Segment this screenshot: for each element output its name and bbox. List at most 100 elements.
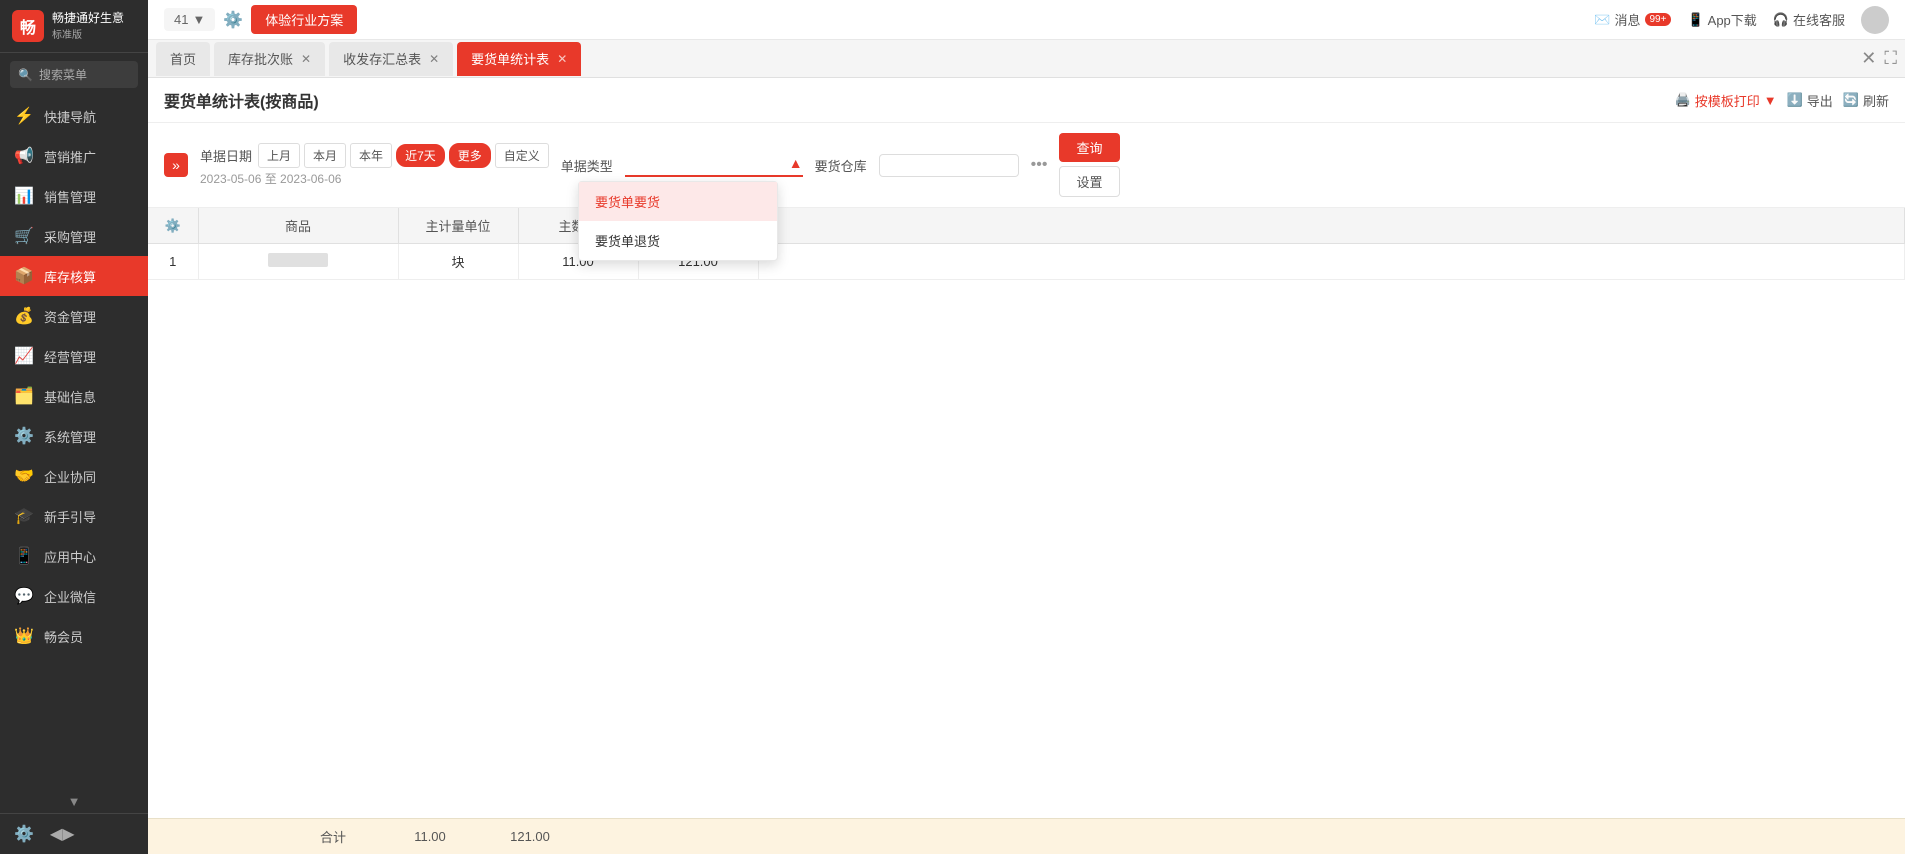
- sidebar-logo: 畅 畅捷通好生意 标准版: [0, 0, 148, 53]
- close-all-icon[interactable]: ✕: [1861, 48, 1876, 69]
- messages-button[interactable]: ✉️ 消息 99+: [1594, 10, 1671, 29]
- sidebar-item-sales[interactable]: 📊 销售管理: [0, 176, 148, 216]
- headset-icon: 🎧: [1773, 12, 1789, 28]
- table-area: ⚙️ 商品 主计量单位 主数量 零售金额 1: [148, 208, 1905, 818]
- date-btn-last-month[interactable]: 上月: [258, 143, 300, 168]
- more-options-icon[interactable]: •••: [1031, 156, 1048, 174]
- dropdown-item-order-return[interactable]: 要货单退货: [579, 221, 777, 260]
- quick-nav-icon: ⚡: [14, 106, 34, 126]
- query-button[interactable]: 查询: [1059, 133, 1119, 162]
- filter-type-wrapper: ▲: [625, 154, 803, 177]
- tab-batch-account[interactable]: 库存批次账 ✕: [214, 42, 325, 76]
- date-range: 2023-05-06 至 2023-06-06: [200, 170, 549, 187]
- sidebar-item-wxwork[interactable]: 💬 企业微信: [0, 576, 148, 616]
- page-title: 要货单统计表(按商品): [164, 88, 319, 122]
- warehouse-label: 要货仓库: [815, 156, 867, 175]
- warehouse-input[interactable]: [879, 154, 1019, 177]
- col-settings[interactable]: ⚙️: [148, 208, 198, 244]
- tab-bar: 首页 库存批次账 ✕ 收发存汇总表 ✕ 要货单统计表 ✕ ✕ ⛶: [148, 40, 1905, 78]
- collapse-icon[interactable]: ◀▶: [50, 824, 75, 844]
- filter-expand-button[interactable]: »: [164, 153, 188, 177]
- sidebar-item-operations[interactable]: 📈 经营管理: [0, 336, 148, 376]
- member-icon: 👑: [14, 626, 34, 646]
- date-btn-more[interactable]: 更多: [449, 143, 491, 168]
- table-footer: 合计 11.00 121.00: [148, 818, 1905, 854]
- sidebar-item-purchase[interactable]: 🛒 采购管理: [0, 216, 148, 256]
- top-left: 41 ▼ ⚙️ 体验行业方案: [164, 5, 357, 34]
- tab-receive-summary-close[interactable]: ✕: [429, 52, 439, 66]
- settings-icon[interactable]: ⚙️: [14, 824, 34, 844]
- date-btn-custom[interactable]: 自定义: [495, 143, 549, 168]
- sidebar-item-enterprise[interactable]: 🤝 企业协同: [0, 456, 148, 496]
- type-dropdown: 要货单要货 要货单退货: [578, 181, 778, 261]
- sidebar-item-label: 应用中心: [44, 547, 96, 566]
- dropdown-item-order-goods[interactable]: 要货单要货: [579, 182, 777, 221]
- footer-label: 合计: [160, 827, 380, 846]
- date-btn-7days[interactable]: 近7天: [396, 144, 445, 167]
- top-right: ✉️ 消息 99+ 📱 App下载 🎧 在线客服: [1594, 6, 1889, 34]
- date-btn-this-month[interactable]: 本月: [304, 143, 346, 168]
- col-empty: [758, 208, 1905, 244]
- store-name: 41: [174, 12, 188, 27]
- sidebar-item-marketing[interactable]: 📢 营销推广: [0, 136, 148, 176]
- refresh-button[interactable]: 🔄 刷新: [1843, 91, 1889, 110]
- sidebar-item-guide[interactable]: 🎓 新手引导: [0, 496, 148, 536]
- store-selector[interactable]: 41 ▼: [164, 8, 215, 31]
- sidebar-item-system[interactable]: ⚙️ 系统管理: [0, 416, 148, 456]
- online-service-button[interactable]: 🎧 在线客服: [1773, 10, 1845, 29]
- sidebar-item-label: 库存核算: [44, 267, 96, 286]
- type-input[interactable]: [625, 154, 785, 173]
- sidebar-item-label: 系统管理: [44, 427, 96, 446]
- row-unit: 块: [398, 244, 518, 280]
- sidebar-item-inventory[interactable]: 📦 库存核算: [0, 256, 148, 296]
- gear-icon[interactable]: ⚙️: [223, 10, 243, 30]
- enterprise-icon: 🤝: [14, 466, 34, 486]
- data-table: ⚙️ 商品 主计量单位 主数量 零售金额 1: [148, 208, 1905, 280]
- tab-batch-account-close[interactable]: ✕: [301, 52, 311, 66]
- sidebar-item-label: 企业微信: [44, 587, 96, 606]
- settings-button[interactable]: 设置: [1059, 166, 1119, 197]
- basic-icon: 🗂️: [14, 386, 34, 406]
- sidebar-item-label: 新手引导: [44, 507, 96, 526]
- app-download-button[interactable]: 📱 App下载: [1687, 10, 1756, 29]
- sidebar-item-quick-nav[interactable]: ⚡ 快捷导航: [0, 96, 148, 136]
- sidebar-item-member[interactable]: 👑 畅会员: [0, 616, 148, 656]
- sidebar-item-label: 资金管理: [44, 307, 96, 326]
- product-placeholder: [268, 253, 328, 267]
- sidebar-item-label: 采购管理: [44, 227, 96, 246]
- sidebar-item-label: 快捷导航: [44, 107, 96, 126]
- sidebar-item-basic[interactable]: 🗂️ 基础信息: [0, 376, 148, 416]
- inventory-icon: 📦: [14, 266, 34, 286]
- expand-icon[interactable]: ⛶: [1884, 48, 1897, 69]
- sidebar-item-appstore[interactable]: 📱 应用中心: [0, 536, 148, 576]
- phone-icon: 📱: [1687, 12, 1703, 28]
- sidebar-scroll-down[interactable]: ▼: [0, 790, 148, 813]
- tab-order-stats[interactable]: 要货单统计表 ✕: [457, 42, 581, 76]
- type-label: 单据类型: [561, 156, 613, 175]
- tab-receive-summary[interactable]: 收发存汇总表 ✕: [329, 42, 453, 76]
- sidebar-item-finance[interactable]: 💰 资金管理: [0, 296, 148, 336]
- export-label: 导出: [1807, 91, 1833, 110]
- tab-order-stats-close[interactable]: ✕: [557, 52, 567, 66]
- sidebar-item-label: 营销推广: [44, 147, 96, 166]
- brand-sub: 标准版: [52, 26, 124, 41]
- row-extra: [758, 244, 1905, 280]
- page-header: 要货单统计表(按商品) 🖨️ 按模板打印 ▼ ⬇️ 导出 🔄 刷新: [148, 78, 1905, 123]
- sidebar-nav: ⚡ 快捷导航 📢 营销推广 📊 销售管理 🛒 采购管理 📦 库存核算 💰 资金管…: [0, 96, 148, 790]
- finance-icon: 💰: [14, 306, 34, 326]
- sidebar: 畅 畅捷通好生意 标准版 🔍 搜索菜单 ⚡ 快捷导航 📢 营销推广 📊 销售管理…: [0, 0, 148, 854]
- messages-badge: 99+: [1645, 13, 1672, 26]
- export-button[interactable]: ⬇️ 导出: [1787, 91, 1833, 110]
- print-button[interactable]: 🖨️ 按模板打印 ▼: [1675, 91, 1777, 110]
- operations-icon: 📈: [14, 346, 34, 366]
- tab-home[interactable]: 首页: [156, 42, 210, 76]
- date-btn-this-year[interactable]: 本年: [350, 143, 392, 168]
- type-chevron-up-icon[interactable]: ▲: [789, 155, 803, 171]
- refresh-label: 刷新: [1863, 91, 1889, 110]
- row-index: 1: [148, 244, 198, 280]
- sidebar-item-label: 畅会员: [44, 627, 83, 646]
- trial-button[interactable]: 体验行业方案: [251, 5, 357, 34]
- avatar[interactable]: [1861, 6, 1889, 34]
- sidebar-search[interactable]: 🔍 搜索菜单: [10, 61, 138, 88]
- logo-icon: 畅: [12, 10, 44, 42]
